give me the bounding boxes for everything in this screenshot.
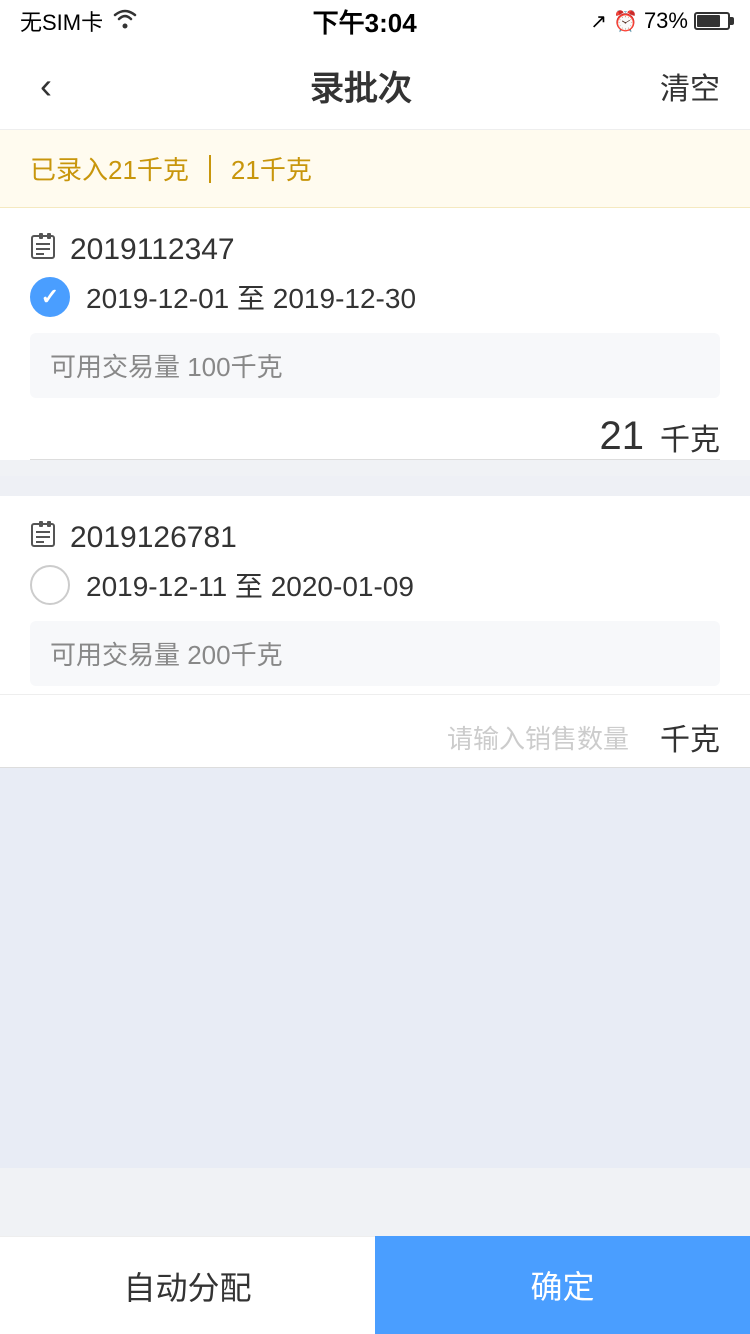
batch-1-entered-row: 21 千克 [0, 398, 750, 459]
status-indicators: ↗ ⏰ 73% [590, 8, 730, 34]
batch-1-icon [30, 232, 60, 267]
page-title: 录批次 [310, 61, 412, 110]
batch-1-divider [30, 459, 720, 460]
batch-1-unit: 千克 [660, 415, 720, 459]
batch-1-id: 2019112347 [70, 233, 235, 267]
status-carrier: 无SIM卡 [20, 5, 139, 37]
auto-distribute-button[interactable]: 自动分配 [0, 1236, 375, 1334]
bottom-buttons: 自动分配 确定 [0, 1236, 750, 1334]
batch-2-header: 2019126781 [30, 520, 720, 555]
status-time: 下午3:04 [313, 3, 417, 40]
batch-2-section: 2019126781 2019-12-11 至 2020-01-09 可用交易量… [0, 496, 750, 768]
info-value: 21千克 [231, 150, 312, 187]
batch-1-radio[interactable] [30, 277, 70, 317]
status-bar: 无SIM卡 下午3:04 ↗ ⏰ 73% [0, 0, 750, 42]
wifi-icon [111, 7, 139, 35]
nav-bar: ‹ 录批次 清空 [0, 42, 750, 130]
batch-1-section: 2019112347 2019-12-01 至 2019-12-30 可用交易量… [0, 208, 750, 460]
clear-button[interactable]: 清空 [660, 64, 720, 108]
batch-2-date: 2019-12-11 至 2020-01-09 [86, 565, 414, 605]
info-divider [209, 155, 211, 183]
confirm-button[interactable]: 确定 [375, 1236, 750, 1334]
batch-1-date: 2019-12-01 至 2019-12-30 [86, 277, 416, 317]
bottom-area [0, 768, 750, 1168]
batch-1-header: 2019112347 [30, 232, 720, 267]
batch-2-input-row: 千克 [0, 694, 750, 768]
info-label: 已录入21千克 [30, 150, 189, 187]
batch-1-qty-text: 可用交易量 100千克 [50, 352, 283, 382]
batch-1-qty-box: 可用交易量 100千克 [30, 333, 720, 398]
batch-2-card: 2019126781 2019-12-11 至 2020-01-09 可用交易量… [0, 496, 750, 686]
section-separator-1 [0, 476, 750, 496]
back-button[interactable]: ‹ [30, 55, 62, 117]
battery-percent: 73% [644, 8, 688, 34]
batch-2-unit: 千克 [660, 715, 720, 759]
batch-2-qty-input[interactable] [444, 719, 644, 756]
batch-2-icon [30, 520, 60, 555]
battery-icon [694, 12, 730, 30]
batch-2-id: 2019126781 [70, 521, 237, 555]
batch-1-date-row[interactable]: 2019-12-01 至 2019-12-30 [30, 277, 720, 317]
location-icon: ↗ [590, 9, 607, 34]
alarm-icon: ⏰ [613, 9, 638, 34]
batch-2-qty-text: 可用交易量 200千克 [50, 640, 283, 670]
batch-2-date-row[interactable]: 2019-12-11 至 2020-01-09 [30, 565, 720, 605]
carrier-text: 无SIM卡 [20, 5, 103, 37]
batch-2-qty-box: 可用交易量 200千克 [30, 621, 720, 686]
batch-1-card: 2019112347 2019-12-01 至 2019-12-30 可用交易量… [0, 208, 750, 398]
info-banner: 已录入21千克 21千克 [0, 130, 750, 208]
batch-2-radio[interactable] [30, 565, 70, 605]
batch-1-entered-value: 21 [600, 414, 645, 459]
